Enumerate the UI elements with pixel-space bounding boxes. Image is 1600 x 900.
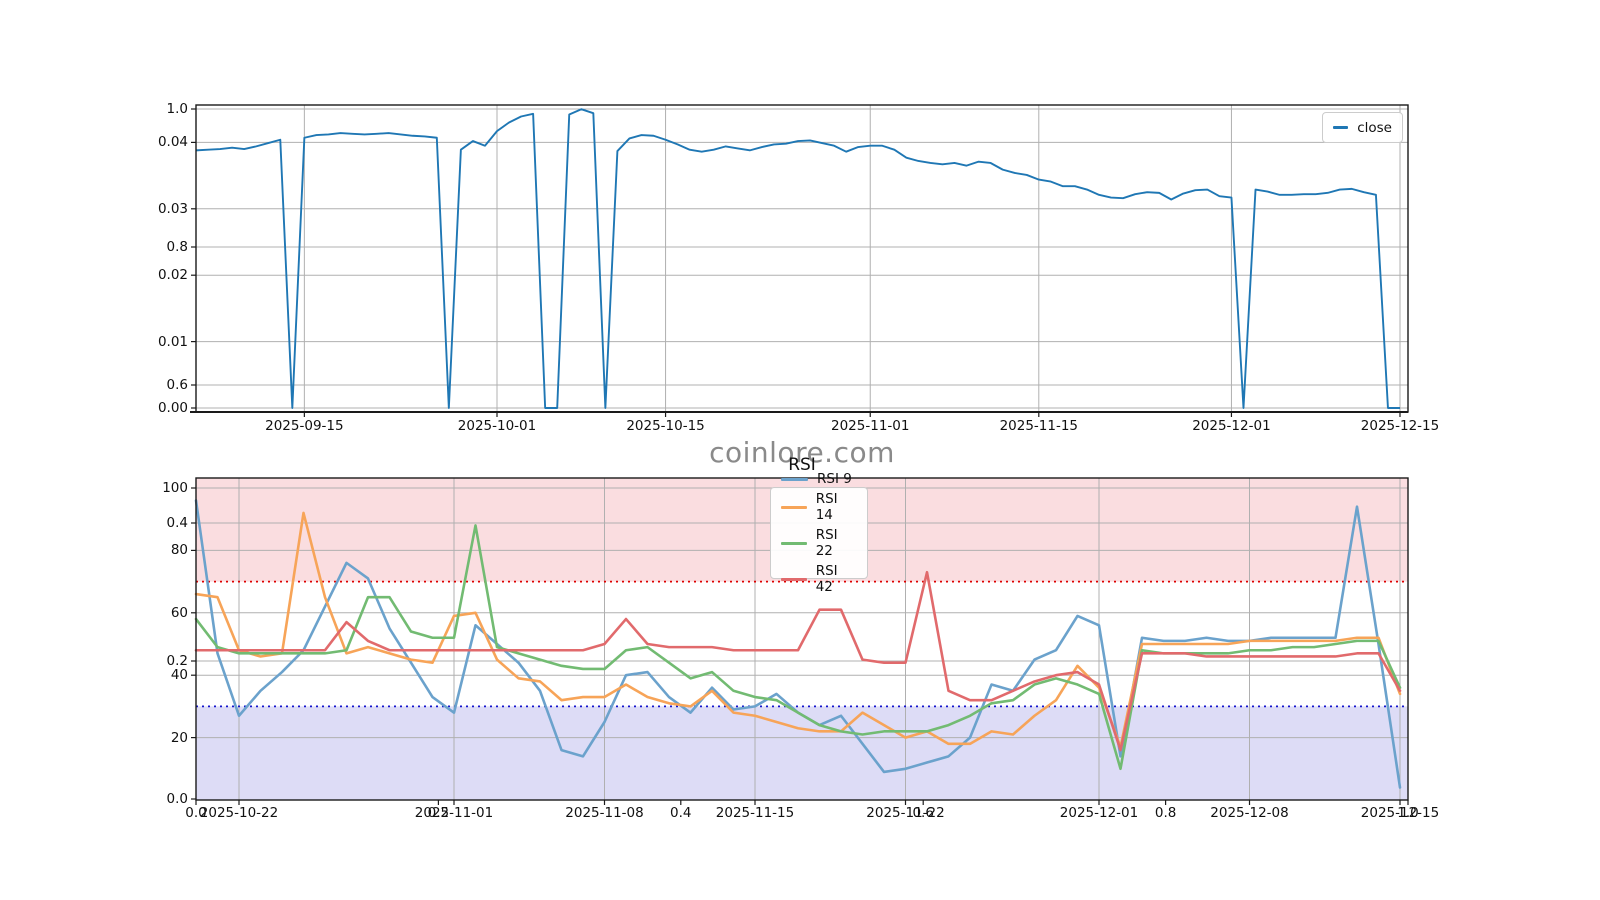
rsi14-legend-label: RSI 14 [815, 491, 838, 523]
rsi42-legend-label: RSI 42 [815, 563, 838, 595]
rsi-x-tick-label: 2025-12-01 [1059, 805, 1139, 821]
rsi42-line-sample [781, 577, 807, 581]
rsi-x-tick-label: 2025-11-15 [715, 805, 795, 821]
price-legend: close [1322, 112, 1403, 143]
price-x-tick-label: 2025-10-01 [457, 418, 537, 434]
rsi-y-tick-label: 60 [170, 604, 188, 621]
figure-norm-x-tick-label: 0.8 [1154, 805, 1177, 821]
rsi-legend: RSI 9 RSI 14 RSI 22 RSI 42 [770, 471, 868, 595]
rsi14-line-sample [781, 505, 807, 509]
price-y-tick-label: 0.00 [157, 400, 188, 416]
figure-norm-y-tick-label: 0.6 [166, 377, 188, 393]
rsi22-line-sample [781, 541, 807, 545]
price-x-tick-label: 2025-10-15 [626, 418, 705, 434]
price-x-tick-label: 2025-11-15 [999, 418, 1079, 434]
figure-norm-y-tick-label: 0.8 [166, 239, 188, 255]
figure-norm-x-tick-label: 0.6 [912, 805, 934, 821]
crypto-price-rsi-figure: coinlore.com RSI close RSI 9 RSI 14 RSI … [0, 0, 1600, 900]
price-y-tick-label: 0.01 [157, 333, 188, 350]
price-x-tick-label: 2025-12-15 [1360, 418, 1440, 434]
price-x-tick-label: 2025-12-01 [1192, 418, 1271, 434]
price-legend-row: close [1333, 120, 1392, 136]
rsi-x-tick-label: 2025-10-22 [199, 805, 279, 821]
rsi-legend-row: RSI 9 [781, 471, 857, 487]
figure-norm-x-tick-label: 0.2 [427, 805, 450, 821]
rsi-x-tick-label: 2025-12-08 [1210, 805, 1289, 821]
price-x-tick-label: 2025-11-01 [831, 418, 910, 434]
figure-norm-x-tick-label: 0.4 [670, 805, 692, 821]
figure-norm-y-tick-label: 1.0 [166, 101, 188, 117]
close-line-sample [1333, 126, 1349, 129]
price-y-tick-label: 0.04 [157, 134, 188, 151]
rsi-y-tick-label: 40 [170, 667, 188, 684]
figure-norm-y-tick-label: 0.4 [166, 515, 188, 531]
figure-norm-x-tick-label: 0.0 [185, 805, 207, 821]
rsi-legend-row: RSI 42 [781, 563, 857, 595]
price-y-tick-label: 0.03 [157, 200, 188, 217]
rsi-legend-row: RSI 14 [781, 491, 857, 523]
figure-norm-y-tick-label: 0.0 [166, 791, 188, 807]
rsi-y-tick-label: 80 [170, 542, 188, 559]
rsi9-legend-label: RSI 9 [817, 471, 852, 487]
rsi-y-tick-label: 100 [162, 480, 188, 496]
rsi22-legend-label: RSI 22 [815, 527, 838, 559]
figure-norm-y-tick-label: 0.2 [166, 653, 188, 669]
rsi-x-tick-label: 2025-11-01 [414, 805, 494, 821]
rsi-legend-row: RSI 22 [781, 527, 857, 559]
price-x-tick-label: 2025-09-15 [265, 418, 344, 434]
figure-norm-x-tick-label: 1.0 [1397, 805, 1419, 821]
rsi-x-tick-label: 2025-11-08 [565, 805, 644, 821]
close-legend-label: close [1357, 119, 1392, 136]
rsi-y-tick-label: 20 [170, 729, 188, 746]
price-y-tick-label: 0.02 [157, 267, 188, 284]
rsi9-line-sample [781, 477, 808, 481]
